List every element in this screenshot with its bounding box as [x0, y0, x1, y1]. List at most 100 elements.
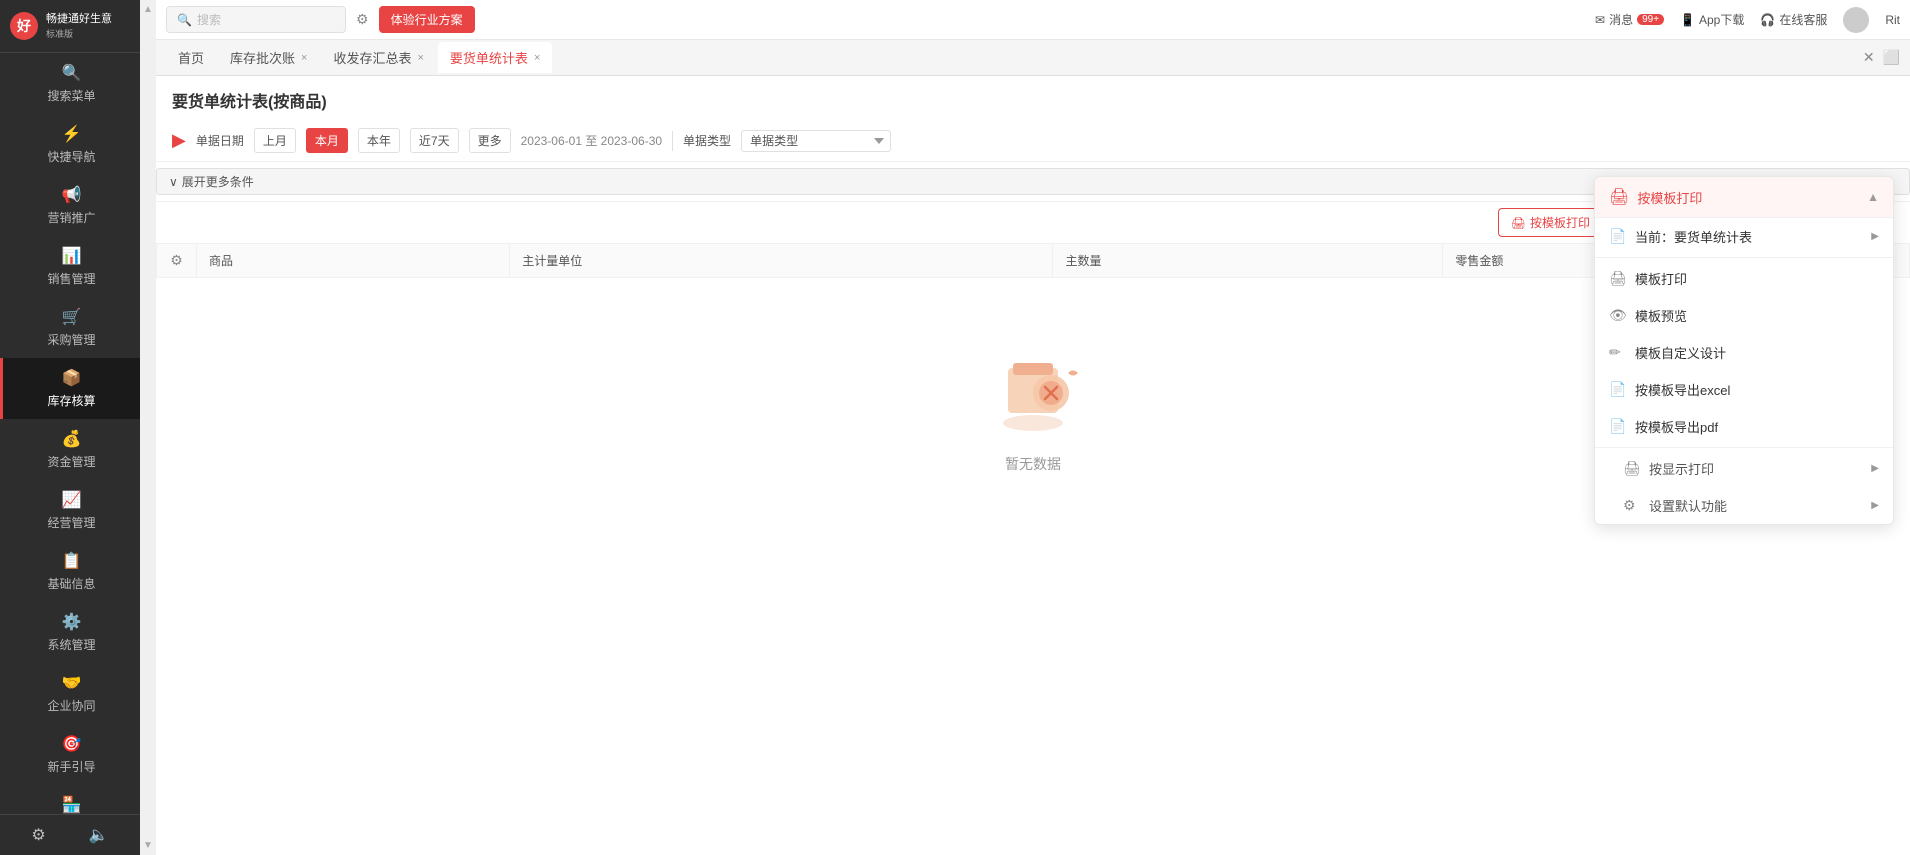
sidebar-nav: 🔍搜索菜单⚡快捷导航📢营销推广📊销售管理🛒采购管理📦库存核算💰资金管理 📈 经营管理… — [0, 53, 140, 814]
template-excel-label: 按模板导出excel — [1635, 380, 1730, 399]
main-area: 🔍 搜索 ⚙ 体验行业方案 ✉ 消息 99+ 📱 App下载 🎧 在线客服 Ri… — [156, 0, 1910, 855]
tab-label-batch-account: 库存批次账 — [230, 48, 295, 67]
settings-icon[interactable]: ⚙ — [31, 825, 45, 845]
messages-item[interactable]: ✉ 消息 99+ — [1595, 11, 1664, 28]
sidebar-item-search[interactable]: 🔍搜索菜单 — [0, 53, 140, 114]
sidebar-item-quick-nav[interactable]: ⚡快捷导航 — [0, 114, 140, 175]
empty-text: 暂无数据 — [1005, 454, 1061, 474]
sidebar-item-operations[interactable]: 📈 经营管理 — [0, 480, 140, 541]
print-icon: 🖨 — [1511, 216, 1526, 230]
scroll-up-btn[interactable]: ▲ — [143, 4, 153, 15]
template-preview-label: 模板预览 — [1635, 306, 1687, 325]
dropdown-item-template-excel[interactable]: 📄按模板导出excel — [1595, 371, 1893, 408]
sidebar-item-label-operations: 经营管理 — [47, 514, 95, 531]
sidebar-item-label-guide: 新手引导 — [47, 758, 95, 775]
online-service-item[interactable]: 🎧 在线客服 — [1760, 11, 1827, 28]
date-btn-更多[interactable]: 更多 — [469, 128, 511, 153]
tab-close-requisition-stats[interactable]: × — [534, 52, 540, 64]
dropdown-item-template-preview[interactable]: 👁 模板预览 — [1595, 297, 1893, 334]
guide-icon: 🎯 — [62, 734, 82, 754]
set-default-label: 设置默认功能 — [1649, 496, 1727, 515]
sidebar-item-sales[interactable]: 📊销售管理 — [0, 236, 140, 297]
phone-icon: 📱 — [1680, 13, 1695, 27]
sound-icon[interactable]: 🔈 — [89, 825, 109, 845]
sidebar-item-inventory[interactable]: 📦库存核算 — [0, 358, 140, 419]
template-print-icon: 🖨 — [1609, 270, 1625, 287]
search-icon: 🔍 — [177, 13, 192, 27]
dropdown-chevron-icon: ▲ — [1867, 190, 1879, 204]
col-主数量: 主数量 — [1053, 244, 1443, 278]
date-range: 2023-06-01 至 2023-06-30 — [521, 132, 662, 149]
search-placeholder-text: 搜索 — [197, 11, 221, 28]
dropdown-item-template-print[interactable]: 🖨模板打印 — [1595, 260, 1893, 297]
trial-btn[interactable]: 体验行业方案 — [379, 6, 475, 33]
col-settings-icon[interactable]: ⚙ — [170, 252, 183, 268]
sidebar-item-label-sales: 销售管理 — [47, 270, 95, 287]
sidebar-item-purchase[interactable]: 🛒采购管理 — [0, 297, 140, 358]
search-bar[interactable]: 🔍 搜索 — [166, 6, 346, 33]
template-preview-icon: 👁 — [1609, 307, 1625, 324]
filter-toggle-icon[interactable]: ▶ — [172, 130, 186, 151]
sidebar-item-finance[interactable]: 💰资金管理 — [0, 419, 140, 480]
dropdown-item-template-design[interactable]: ✏ 模板自定义设计 — [1595, 334, 1893, 371]
collab-icon: 🤝 — [62, 673, 82, 693]
tab-home[interactable]: 首页 — [166, 42, 216, 73]
appstore-icon: 🏪 — [62, 795, 82, 814]
operations-icon: 📈 — [62, 490, 82, 510]
user-name[interactable]: Rit — [1885, 13, 1900, 27]
type-label: 单据类型 — [683, 132, 731, 149]
close-window-icon[interactable]: ✕ — [1863, 49, 1875, 66]
print-dropdown-menu: 🖨 按模板打印 ▲ 📄 当前：要货单统计表 ▶ 🖨模板打印 👁 模板预览 ✏ 模板自定义… — [1594, 176, 1894, 525]
date-btn-本月[interactable]: 本月 — [306, 128, 348, 153]
maximize-window-icon[interactable]: ⬜ — [1883, 49, 1900, 66]
sidebar-item-marketing[interactable]: 📢营销推广 — [0, 175, 140, 236]
dropdown-divider-1 — [1595, 257, 1893, 258]
template-design-label: 模板自定义设计 — [1635, 343, 1726, 362]
sidebar-item-label-search: 搜索菜单 — [47, 87, 95, 104]
system-icon: ⚙️ — [62, 612, 82, 632]
tab-receipt-summary[interactable]: 收发存汇总表 × — [321, 42, 435, 73]
sidebar-item-label-collab: 企业协同 — [47, 697, 95, 714]
tab-bar: 首页库存批次账×收发存汇总表×要货单统计表× ✕ ⬜ — [156, 40, 1910, 76]
tab-label-receipt-summary: 收发存汇总表 — [333, 48, 411, 67]
user-avatar[interactable] — [1843, 7, 1869, 33]
online-service-label: 在线客服 — [1779, 11, 1827, 28]
gear-icon[interactable]: ⚙ — [356, 11, 369, 28]
dropdown-sub-display-print[interactable]: 🖨按显示打印▶ — [1595, 450, 1893, 487]
date-label: 单据日期 — [196, 132, 244, 149]
topbar: 🔍 搜索 ⚙ 体验行业方案 ✉ 消息 99+ 📱 App下载 🎧 在线客服 Ri… — [156, 0, 1910, 40]
sidebar: 好 畅捷通好生意 标准版 🔍搜索菜单⚡快捷导航📢营销推广📊销售管理🛒采购管理📦库… — [0, 0, 140, 855]
scroll-down-btn[interactable]: ▼ — [143, 840, 153, 851]
dropdown-current-item[interactable]: 📄 当前：要货单统计表 ▶ — [1595, 218, 1893, 255]
basic-icon: 📋 — [62, 551, 82, 571]
sidebar-item-label-basic: 基础信息 — [47, 575, 95, 592]
sidebar-item-system[interactable]: ⚙️系统管理 — [0, 602, 140, 663]
quick-nav-icon: ⚡ — [62, 124, 82, 144]
sidebar-bottom: ⚙ 🔈 — [0, 814, 140, 855]
sidebar-item-guide[interactable]: 🎯 新手引导 — [0, 724, 140, 785]
tab-close-receipt-summary[interactable]: × — [417, 52, 423, 64]
tab-batch-account[interactable]: 库存批次账 × — [218, 42, 319, 73]
finance-icon: 💰 — [62, 429, 82, 449]
app-download-label: App下载 — [1699, 11, 1744, 28]
dropdown-header[interactable]: 🖨 按模板打印 ▲ — [1595, 177, 1893, 218]
template-pdf-icon: 📄 — [1609, 418, 1625, 435]
filter-bar: ▶ 单据日期 上月本月本年近7天更多 2023-06-01 至 2023-06-3… — [156, 120, 1910, 162]
sidebar-item-basic[interactable]: 📋 基础信息 — [0, 541, 140, 602]
date-btn-近7天[interactable]: 近7天 — [410, 128, 459, 153]
tab-close-batch-account[interactable]: × — [301, 52, 307, 64]
sidebar-item-collab[interactable]: 🤝 企业协同 — [0, 663, 140, 724]
tab-requisition-stats[interactable]: 要货单统计表× — [438, 42, 552, 73]
app-download-item[interactable]: 📱 App下载 — [1680, 11, 1744, 28]
window-controls: ✕ ⬜ — [1863, 49, 1900, 66]
template-design-icon: ✏ — [1609, 344, 1625, 361]
tab-label-home: 首页 — [178, 48, 204, 67]
app-badge: 标准版 — [46, 27, 112, 40]
dropdown-sub-set-default[interactable]: ⚙设置默认功能▶ — [1595, 487, 1893, 524]
type-select[interactable]: 单据类型 — [741, 130, 891, 152]
date-btn-本年[interactable]: 本年 — [358, 128, 400, 153]
date-btn-上月[interactable]: 上月 — [254, 128, 296, 153]
sidebar-item-appstore[interactable]: 🏪应用中心 — [0, 785, 140, 814]
dropdown-item-template-pdf[interactable]: 📄按模板导出pdf — [1595, 408, 1893, 445]
app-name-block: 畅捷通好生意 标准版 — [46, 12, 112, 39]
